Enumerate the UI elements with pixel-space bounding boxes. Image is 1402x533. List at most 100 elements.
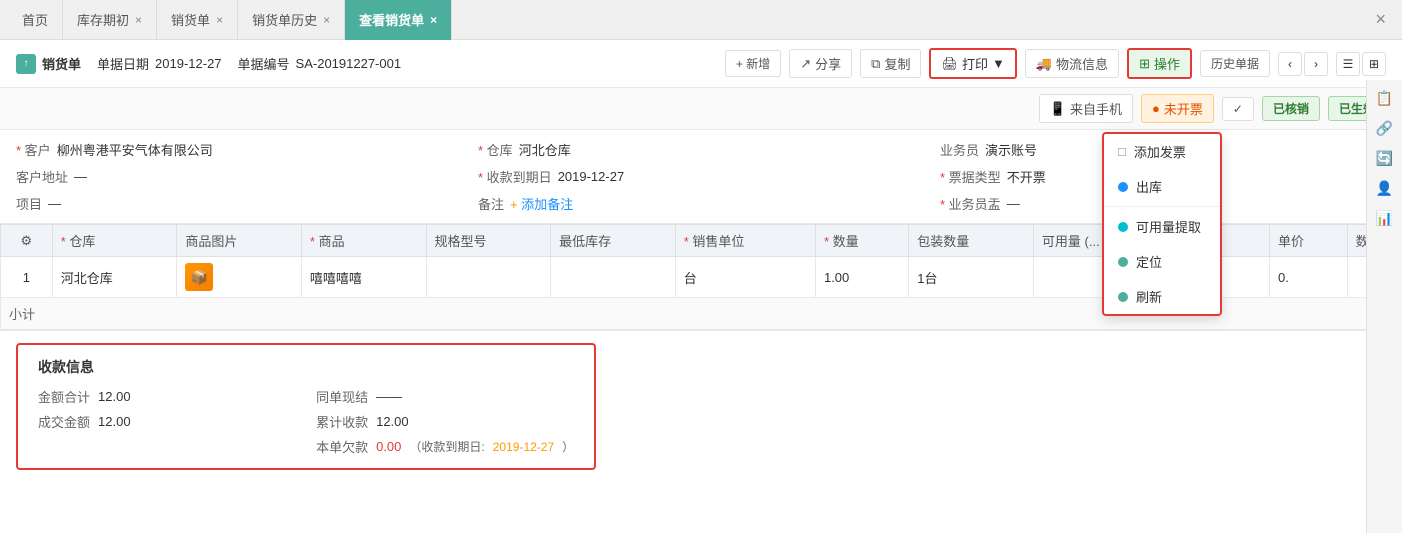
- add-invoice-label: 添加发票: [1134, 142, 1186, 161]
- history-button[interactable]: 历史单据: [1200, 50, 1270, 77]
- logistics-button[interactable]: 🚚 物流信息: [1025, 49, 1119, 78]
- due-date-value: 2019-12-27: [493, 440, 554, 454]
- copy-button[interactable]: ⧉ 复制: [860, 49, 921, 78]
- refresh-dot: [1118, 292, 1128, 302]
- add-remarks-btn[interactable]: + 添加备注: [510, 194, 573, 213]
- tab-view-sales[interactable]: 查看销货单 ×: [345, 0, 452, 40]
- product-thumbnail: 📦: [185, 263, 213, 291]
- sidebar-icon-clipboard[interactable]: 📋: [1371, 84, 1399, 112]
- sidebar-icon-user[interactable]: 👤: [1371, 174, 1399, 202]
- row-model: [426, 257, 551, 298]
- doc-type-icon: ↑: [16, 54, 36, 74]
- tab-bar: 首页 库存期初 × 销货单 × 销货单历史 × 查看销货单 × ×: [0, 0, 1402, 40]
- tab-inventory-init[interactable]: 库存期初 ×: [63, 0, 157, 40]
- address-value: —: [74, 169, 87, 184]
- check-button[interactable]: ✓: [1222, 97, 1254, 121]
- from-phone-button[interactable]: 📱 来自手机: [1039, 94, 1133, 123]
- available-pick-label: 可用量提取: [1136, 217, 1201, 236]
- sidebar-icon-chart[interactable]: 📊: [1371, 204, 1399, 232]
- outbound-dot: [1118, 182, 1128, 192]
- customer-row: 客户 柳州粤港平安气体有限公司: [16, 140, 462, 159]
- dropdown-add-invoice[interactable]: □ 添加发票: [1104, 134, 1220, 169]
- warehouse-row: 仓库 河北仓库: [478, 140, 924, 159]
- cumulative-label: 累计收款: [316, 412, 368, 431]
- tab-sales-history-close[interactable]: ×: [323, 13, 330, 27]
- col-gear: ⚙: [1, 225, 53, 257]
- doc-date-value: 2019-12-27: [155, 56, 222, 71]
- bottom-panel: 收款信息 金额合计 12.00 同单现结 —— 成交金额 12.00 累计收款 …: [0, 331, 1402, 482]
- doc-number-meta: 单据编号 SA-20191227-001: [238, 54, 402, 73]
- col-product: * 商品: [301, 225, 426, 257]
- view-toggle: ☰ ⊞: [1336, 52, 1386, 76]
- same-order-value: ——: [376, 389, 402, 404]
- prev-arrow[interactable]: ‹: [1278, 52, 1302, 76]
- dropdown-locate[interactable]: 定位: [1104, 244, 1220, 279]
- ops-icon: ⊞: [1139, 56, 1150, 72]
- transaction-label: 成交金额: [38, 412, 90, 431]
- payment-grid: 金额合计 12.00 同单现结 —— 成交金额 12.00 累计收款 12.00: [38, 387, 574, 456]
- next-arrow[interactable]: ›: [1304, 52, 1328, 76]
- row-qty: 1.00: [815, 257, 908, 298]
- share-button[interactable]: ↗ 分享: [789, 49, 852, 78]
- doc-title: ↑ 销货单: [16, 54, 81, 74]
- doc-number-label: 单据编号: [238, 54, 290, 73]
- not-opened-button[interactable]: ● 未开票: [1141, 94, 1214, 123]
- same-order-row: 同单现结 ——: [316, 387, 574, 406]
- tab-inventory-init-close[interactable]: ×: [135, 13, 142, 27]
- ticket-icon: ●: [1152, 101, 1160, 116]
- tab-view-sales-close[interactable]: ×: [430, 13, 437, 27]
- share-label: 分享: [815, 54, 841, 73]
- new-button[interactable]: + 新增: [725, 50, 781, 77]
- payment-info: 收款信息 金额合计 12.00 同单现结 —— 成交金额 12.00 累计收款 …: [16, 343, 596, 470]
- cumulative-value: 12.00: [376, 414, 409, 429]
- doc-actions: + 新增 ↗ 分享 ⧉ 复制 🖨 打印 ▼ 🚚 物流信息 ⊞ 操作: [725, 48, 1386, 79]
- tab-sales-order[interactable]: 销货单 ×: [157, 0, 238, 40]
- list-view-btn[interactable]: ☰: [1336, 52, 1360, 76]
- locate-label: 定位: [1136, 252, 1162, 271]
- print-button[interactable]: 🖨 打印 ▼: [929, 48, 1016, 79]
- tab-sales-order-close[interactable]: ×: [216, 13, 223, 27]
- sidebar-icon-refresh[interactable]: 🔄: [1371, 144, 1399, 172]
- ops-button[interactable]: ⊞ 操作: [1127, 48, 1192, 79]
- sidebar-icon-link[interactable]: 🔗: [1371, 114, 1399, 142]
- col-price: 单价: [1270, 225, 1348, 257]
- refresh-label: 刷新: [1136, 287, 1162, 306]
- col-qty: * 数量: [815, 225, 908, 257]
- row-min-stock: [551, 257, 676, 298]
- dropdown-available-pick[interactable]: 可用量提取: [1104, 209, 1220, 244]
- tab-home[interactable]: 首页: [8, 0, 63, 40]
- cumulative-row: 累计收款 12.00: [316, 412, 574, 431]
- current-due-value: 0.00: [376, 439, 401, 454]
- due-date-text: （收款到期日:: [409, 438, 484, 455]
- col-pack-qty: 包装数量: [909, 225, 1034, 257]
- ticket-type-value: 不开票: [1007, 167, 1046, 186]
- logistics-label: 物流信息: [1056, 54, 1108, 73]
- remarks-row: 备注 + 添加备注: [478, 194, 924, 213]
- ops-label: 操作: [1154, 54, 1180, 73]
- current-due-label: 本单欠款: [316, 437, 368, 456]
- locate-dot: [1118, 257, 1128, 267]
- grid-view-btn[interactable]: ⊞: [1362, 52, 1386, 76]
- address-label: 客户地址: [16, 167, 68, 186]
- address-row: 客户地址 —: [16, 167, 462, 186]
- payment-due-row: 收款到期日 2019-12-27: [478, 167, 924, 186]
- amount-value: 12.00: [98, 389, 131, 404]
- warehouse-value: 河北仓库: [519, 140, 571, 159]
- row-warehouse: 河北仓库: [52, 257, 177, 298]
- customer-label: 客户: [16, 140, 51, 159]
- nav-arrows: ‹ ›: [1278, 52, 1328, 76]
- available-pick-dot: [1118, 222, 1128, 232]
- row-price: 0.: [1270, 257, 1348, 298]
- row-pack-qty: 1台: [909, 257, 1034, 298]
- col-min-stock: 最低库存: [551, 225, 676, 257]
- dropdown-outbound[interactable]: 出库: [1104, 169, 1220, 204]
- col-product-img: 商品图片: [177, 225, 302, 257]
- col-warehouse: * 仓库: [52, 225, 177, 257]
- ops-dropdown-menu: □ 添加发票 出库 可用量提取 定位 刷新: [1102, 132, 1222, 316]
- tab-sales-history[interactable]: 销货单历史 ×: [238, 0, 345, 40]
- phone-icon: 📱: [1050, 101, 1066, 117]
- tab-inventory-init-label: 库存期初: [77, 10, 129, 29]
- window-close-button[interactable]: ×: [1375, 9, 1386, 30]
- row-num: 1: [1, 257, 53, 298]
- dropdown-refresh[interactable]: 刷新: [1104, 279, 1220, 314]
